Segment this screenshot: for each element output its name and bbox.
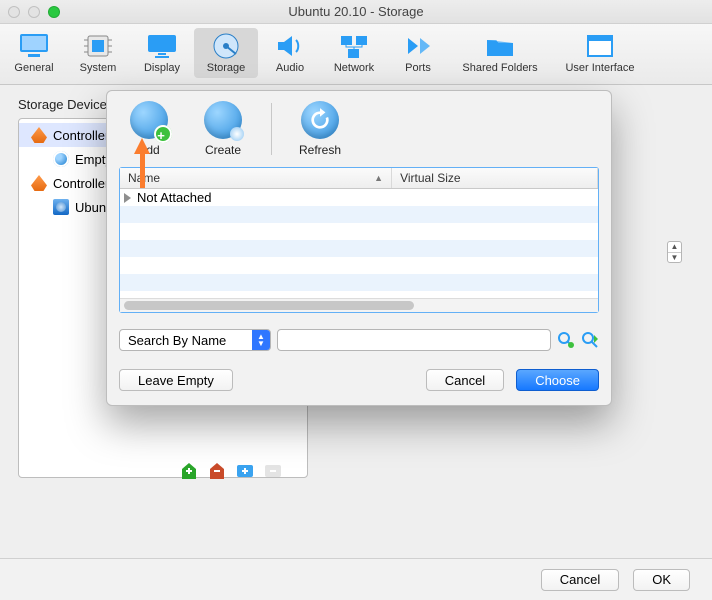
search-input[interactable] bbox=[277, 329, 551, 351]
settings-toolbar: General System Display Storage Audio Net… bbox=[0, 24, 712, 85]
disk-list[interactable]: Name ▲ Virtual Size Not Attached bbox=[119, 167, 599, 313]
disclosure-triangle-icon[interactable] bbox=[124, 193, 131, 203]
tab-label: Ports bbox=[405, 62, 431, 74]
optical-disc-icon bbox=[53, 151, 69, 167]
cancel-button[interactable]: Cancel bbox=[541, 569, 619, 591]
choose-button[interactable]: Choose bbox=[516, 369, 599, 391]
refresh-icon bbox=[301, 101, 339, 139]
window-title: Ubuntu 20.10 - Storage bbox=[0, 4, 712, 19]
action-label: Create bbox=[193, 143, 253, 157]
tab-label: User Interface bbox=[565, 62, 634, 74]
column-label: Virtual Size bbox=[400, 171, 460, 185]
sort-ascending-icon: ▲ bbox=[374, 173, 383, 183]
leave-empty-button[interactable]: Leave Empty bbox=[119, 369, 233, 391]
search-next-icon[interactable] bbox=[581, 331, 599, 349]
horizontal-scrollbar[interactable] bbox=[120, 298, 598, 312]
add-disk-icon bbox=[130, 101, 168, 139]
tab-system[interactable]: System bbox=[66, 28, 130, 78]
tab-audio[interactable]: Audio bbox=[258, 28, 322, 78]
controller-icon bbox=[31, 175, 47, 191]
stepper-up-icon[interactable]: ▲ bbox=[668, 242, 681, 253]
controller-icon bbox=[31, 127, 47, 143]
tab-storage[interactable]: Storage bbox=[194, 28, 258, 78]
remove-controller-icon[interactable] bbox=[208, 462, 226, 480]
ok-button[interactable]: OK bbox=[633, 569, 690, 591]
dialog-footer: Leave Empty Cancel Choose bbox=[119, 369, 599, 391]
tab-user-interface[interactable]: User Interface bbox=[550, 28, 650, 78]
tab-label: Storage bbox=[207, 62, 246, 74]
folder-icon bbox=[484, 32, 516, 60]
dialog-toolbar: Add Create Refresh bbox=[119, 101, 599, 157]
add-attachment-icon[interactable] bbox=[236, 462, 254, 480]
disk-selector-dialog: Add Create Refresh Name ▲ Virtual Size bbox=[106, 90, 612, 406]
select-chevron-icon: ▲▼ bbox=[252, 330, 270, 350]
search-row: Search By Name ▲▼ bbox=[119, 329, 599, 351]
group-label: Not Attached bbox=[137, 190, 211, 205]
dialog-cancel-button[interactable]: Cancel bbox=[426, 369, 504, 391]
tab-general[interactable]: General bbox=[2, 28, 66, 78]
network-icon bbox=[338, 32, 370, 60]
ports-icon bbox=[402, 32, 434, 60]
hdd-icon bbox=[53, 199, 69, 215]
tab-label: Audio bbox=[276, 62, 304, 74]
tab-label: General bbox=[14, 62, 53, 74]
list-header: Name ▲ Virtual Size bbox=[120, 168, 598, 189]
window-footer: Cancel OK bbox=[0, 558, 712, 600]
tab-ports[interactable]: Ports bbox=[386, 28, 450, 78]
search-mode-select[interactable]: Search By Name ▲▼ bbox=[119, 329, 271, 351]
monitor-icon bbox=[18, 32, 50, 60]
tab-shared-folders[interactable]: Shared Folders bbox=[450, 28, 550, 78]
display-icon bbox=[146, 32, 178, 60]
tab-label: Network bbox=[334, 62, 374, 74]
toolbar-separator bbox=[271, 103, 272, 155]
tab-label: System bbox=[80, 62, 117, 74]
port-count-stepper[interactable]: ▲ ▼ bbox=[667, 241, 682, 263]
create-disk-icon bbox=[204, 101, 242, 139]
stepper-down-icon[interactable]: ▼ bbox=[668, 253, 681, 263]
speaker-icon bbox=[274, 32, 306, 60]
add-disk-button[interactable]: Add bbox=[119, 101, 179, 157]
tab-display[interactable]: Display bbox=[130, 28, 194, 78]
action-label: Add bbox=[119, 143, 179, 157]
select-value: Search By Name bbox=[128, 333, 226, 348]
titlebar: Ubuntu 20.10 - Storage bbox=[0, 0, 712, 24]
column-label: Name bbox=[128, 171, 160, 185]
refresh-button[interactable]: Refresh bbox=[290, 101, 350, 157]
harddisk-icon bbox=[210, 32, 242, 60]
column-header-name[interactable]: Name ▲ bbox=[120, 168, 392, 188]
create-disk-button[interactable]: Create bbox=[193, 101, 253, 157]
chip-icon bbox=[82, 32, 114, 60]
group-not-attached[interactable]: Not Attached bbox=[120, 189, 598, 206]
storage-tree-toolbar bbox=[180, 462, 282, 480]
action-label: Refresh bbox=[290, 143, 350, 157]
window-icon bbox=[584, 32, 616, 60]
column-header-virtual-size[interactable]: Virtual Size bbox=[392, 168, 598, 188]
tab-label: Shared Folders bbox=[462, 62, 537, 74]
add-controller-icon[interactable] bbox=[180, 462, 198, 480]
search-icon[interactable] bbox=[557, 331, 575, 349]
remove-attachment-icon[interactable] bbox=[264, 462, 282, 480]
tab-label: Display bbox=[144, 62, 180, 74]
list-body[interactable]: Not Attached bbox=[120, 189, 598, 298]
tab-network[interactable]: Network bbox=[322, 28, 386, 78]
scrollbar-thumb[interactable] bbox=[124, 301, 414, 310]
